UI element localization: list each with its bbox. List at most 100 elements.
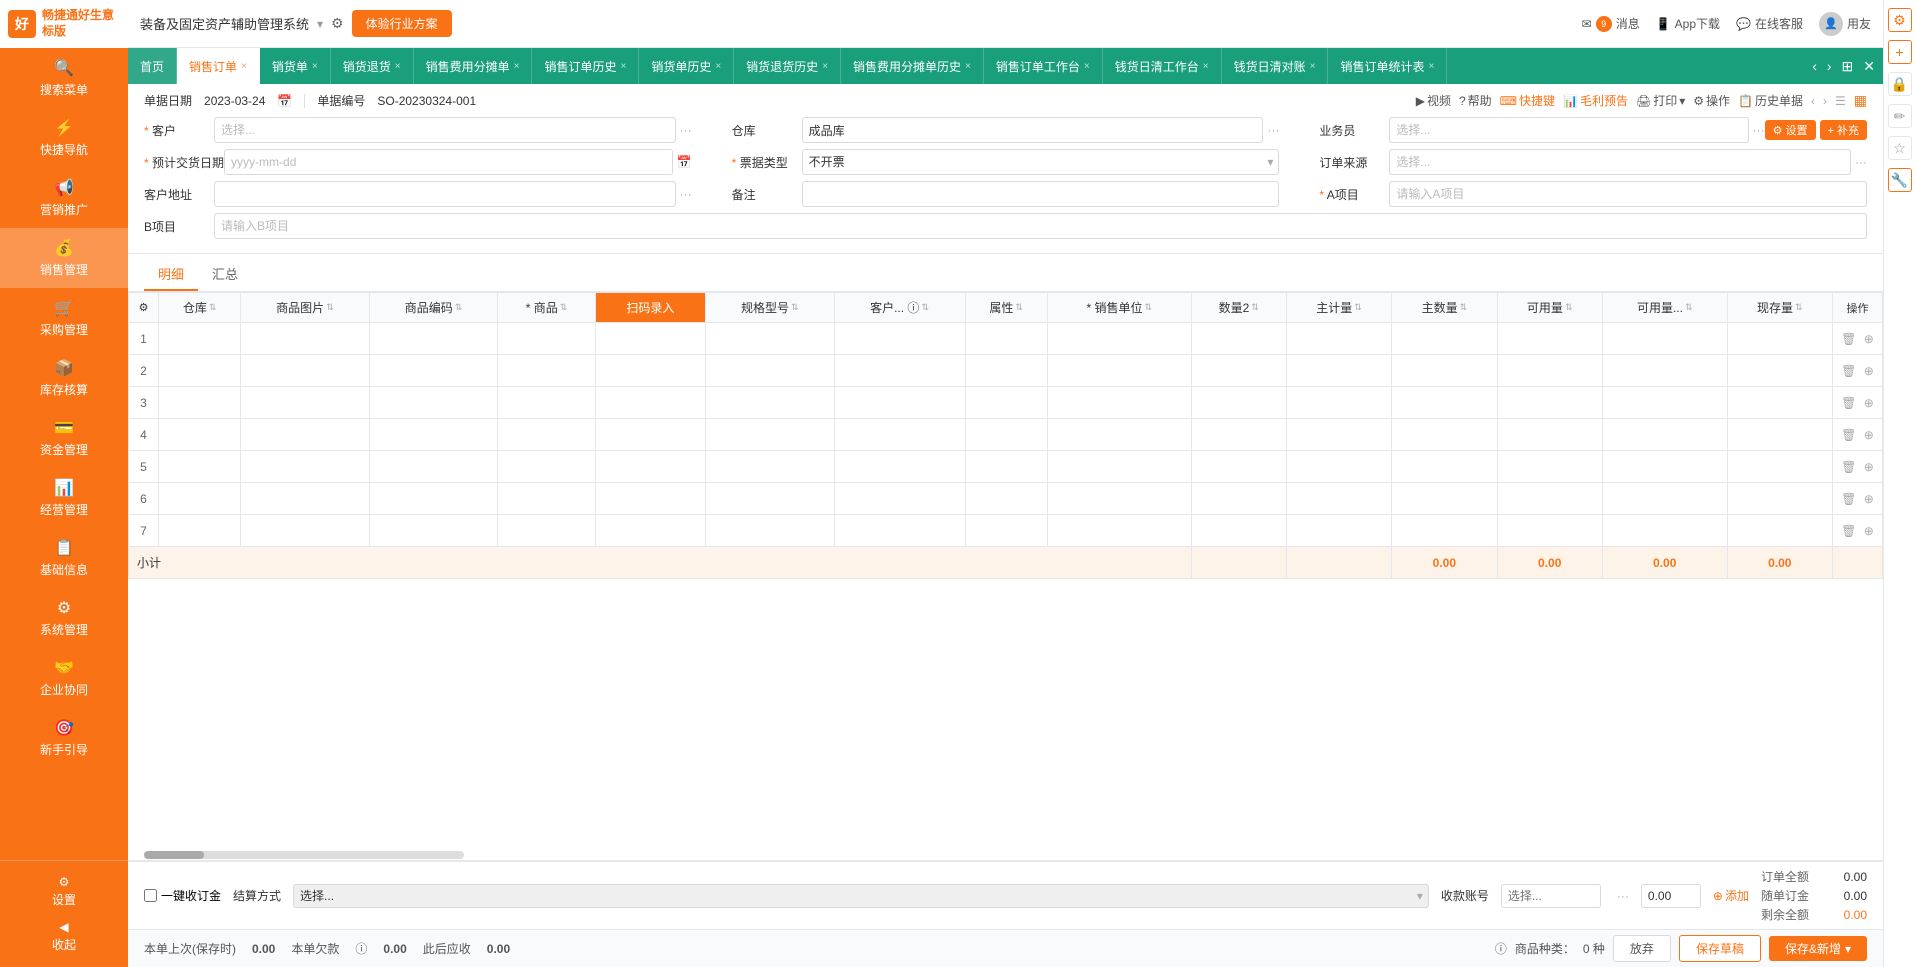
- td-scan[interactable]: [595, 483, 705, 515]
- td-qty2[interactable]: [1191, 323, 1286, 355]
- nav-menu-arrow[interactable]: ⊞: [1838, 56, 1858, 77]
- salesperson-dots[interactable]: ···: [1753, 123, 1765, 137]
- solution-button[interactable]: 体验行业方案: [352, 10, 452, 37]
- td-scan[interactable]: [595, 323, 705, 355]
- td-product-img[interactable]: [241, 387, 370, 419]
- td-product[interactable]: [498, 451, 596, 483]
- close-icon[interactable]: ×: [514, 61, 520, 72]
- video-action[interactable]: ▶ 视频: [1416, 92, 1451, 109]
- copy-icon[interactable]: ⊕: [1864, 460, 1874, 474]
- close-icon[interactable]: ×: [1428, 61, 1434, 72]
- td-main-qty[interactable]: [1392, 355, 1497, 387]
- delete-icon[interactable]: 🗑: [1841, 364, 1856, 378]
- sidebar-item-business[interactable]: 📊 经营管理: [0, 468, 128, 528]
- td-warehouse[interactable]: [159, 451, 241, 483]
- td-current-qty[interactable]: [1727, 483, 1832, 515]
- td-scan[interactable]: [595, 387, 705, 419]
- td-available2[interactable]: [1602, 419, 1727, 451]
- td-attr[interactable]: [965, 355, 1047, 387]
- save-new-button[interactable]: 保存&新增 ▾: [1769, 936, 1867, 961]
- td-main-qty[interactable]: [1392, 451, 1497, 483]
- td-main-unit[interactable]: [1286, 483, 1391, 515]
- invoice-type-select[interactable]: 不开票: [802, 149, 1280, 175]
- b-project-input[interactable]: [214, 213, 1867, 239]
- shortcut-action[interactable]: ⌨ 快捷键: [1500, 92, 1555, 109]
- th-available2[interactable]: 可用量...⇅: [1602, 293, 1727, 323]
- td-customer-code[interactable]: [834, 387, 965, 419]
- salesperson-input[interactable]: [1389, 117, 1748, 143]
- calendar-icon[interactable]: 📅: [277, 94, 292, 108]
- td-attr[interactable]: [965, 515, 1047, 547]
- td-main-unit[interactable]: [1286, 451, 1391, 483]
- td-unit[interactable]: [1047, 387, 1191, 419]
- delete-icon[interactable]: 🗑: [1841, 460, 1856, 474]
- td-warehouse[interactable]: [159, 355, 241, 387]
- td-attr[interactable]: [965, 483, 1047, 515]
- delete-icon[interactable]: 🗑: [1841, 524, 1856, 538]
- payment-method-select[interactable]: 选择...: [293, 884, 1429, 908]
- a-project-input[interactable]: [1389, 181, 1867, 207]
- td-main-qty[interactable]: [1392, 483, 1497, 515]
- td-product-code[interactable]: [369, 323, 498, 355]
- td-current-qty[interactable]: [1727, 451, 1832, 483]
- sidebar-item-base-info[interactable]: 📋 基础信息: [0, 528, 128, 588]
- td-main-qty[interactable]: [1392, 387, 1497, 419]
- td-current-qty[interactable]: [1727, 323, 1832, 355]
- nav-tab-cash-reconcile[interactable]: 钱货日清对账 ×: [1222, 48, 1329, 84]
- td-available2[interactable]: [1602, 355, 1727, 387]
- td-customer-code[interactable]: [834, 515, 965, 547]
- td-product-img[interactable]: [241, 419, 370, 451]
- td-warehouse[interactable]: [159, 387, 241, 419]
- td-attr[interactable]: [965, 419, 1047, 451]
- close-icon[interactable]: ×: [715, 61, 721, 72]
- close-icon[interactable]: ×: [822, 61, 828, 72]
- td-current-qty[interactable]: [1727, 515, 1832, 547]
- th-current-qty[interactable]: 现存量⇅: [1727, 293, 1832, 323]
- td-unit[interactable]: [1047, 355, 1191, 387]
- td-current-qty[interactable]: [1727, 419, 1832, 451]
- td-qty2[interactable]: [1191, 483, 1286, 515]
- nav-tab-close-icon[interactable]: ×: [241, 61, 247, 72]
- sidebar-item-system[interactable]: ⚙ 系统管理: [0, 588, 128, 648]
- td-scan[interactable]: [595, 355, 705, 387]
- td-product[interactable]: [498, 387, 596, 419]
- operate-action[interactable]: ⚙ 操作: [1693, 92, 1730, 109]
- td-qty2[interactable]: [1191, 419, 1286, 451]
- td-product-code[interactable]: [369, 515, 498, 547]
- close-icon[interactable]: ×: [395, 61, 401, 72]
- th-scan[interactable]: 扫码录入: [595, 293, 705, 323]
- td-unit[interactable]: [1047, 451, 1191, 483]
- td-current-qty[interactable]: [1727, 355, 1832, 387]
- td-main-unit[interactable]: [1286, 323, 1391, 355]
- th-main-qty[interactable]: 主数量⇅: [1392, 293, 1497, 323]
- history-action[interactable]: 📋 历史单据: [1738, 92, 1803, 109]
- copy-icon[interactable]: ⊕: [1864, 524, 1874, 538]
- sidebar-item-purchase[interactable]: 🛒 采购管理: [0, 288, 128, 348]
- td-product-code[interactable]: [369, 451, 498, 483]
- td-unit[interactable]: [1047, 515, 1191, 547]
- td-available[interactable]: [1497, 323, 1602, 355]
- td-main-unit[interactable]: [1286, 515, 1391, 547]
- td-product[interactable]: [498, 419, 596, 451]
- td-available2[interactable]: [1602, 451, 1727, 483]
- td-warehouse[interactable]: [159, 419, 241, 451]
- td-available[interactable]: [1497, 355, 1602, 387]
- td-available2[interactable]: [1602, 483, 1727, 515]
- th-available[interactable]: 可用量⇅: [1497, 293, 1602, 323]
- td-attr[interactable]: [965, 387, 1047, 419]
- td-product-code[interactable]: [369, 483, 498, 515]
- td-available[interactable]: [1497, 483, 1602, 515]
- td-available2[interactable]: [1602, 515, 1727, 547]
- copy-icon[interactable]: ⊕: [1864, 396, 1874, 410]
- td-warehouse[interactable]: [159, 323, 241, 355]
- nav-tab-sales-order[interactable]: 销售订单 ×: [177, 48, 260, 84]
- th-main-unit[interactable]: 主计量⇅: [1286, 293, 1391, 323]
- th-warehouse[interactable]: 仓库⇅: [159, 293, 241, 323]
- notes-input[interactable]: [802, 181, 1280, 207]
- nav-tab-return-history[interactable]: 销货退货历史 ×: [734, 48, 841, 84]
- td-spec[interactable]: [705, 387, 834, 419]
- order-source-dots[interactable]: ···: [1855, 155, 1867, 169]
- td-product-img[interactable]: [241, 515, 370, 547]
- tab-summary[interactable]: 汇总: [198, 258, 252, 291]
- th-qty2[interactable]: 数量2⇅: [1191, 293, 1286, 323]
